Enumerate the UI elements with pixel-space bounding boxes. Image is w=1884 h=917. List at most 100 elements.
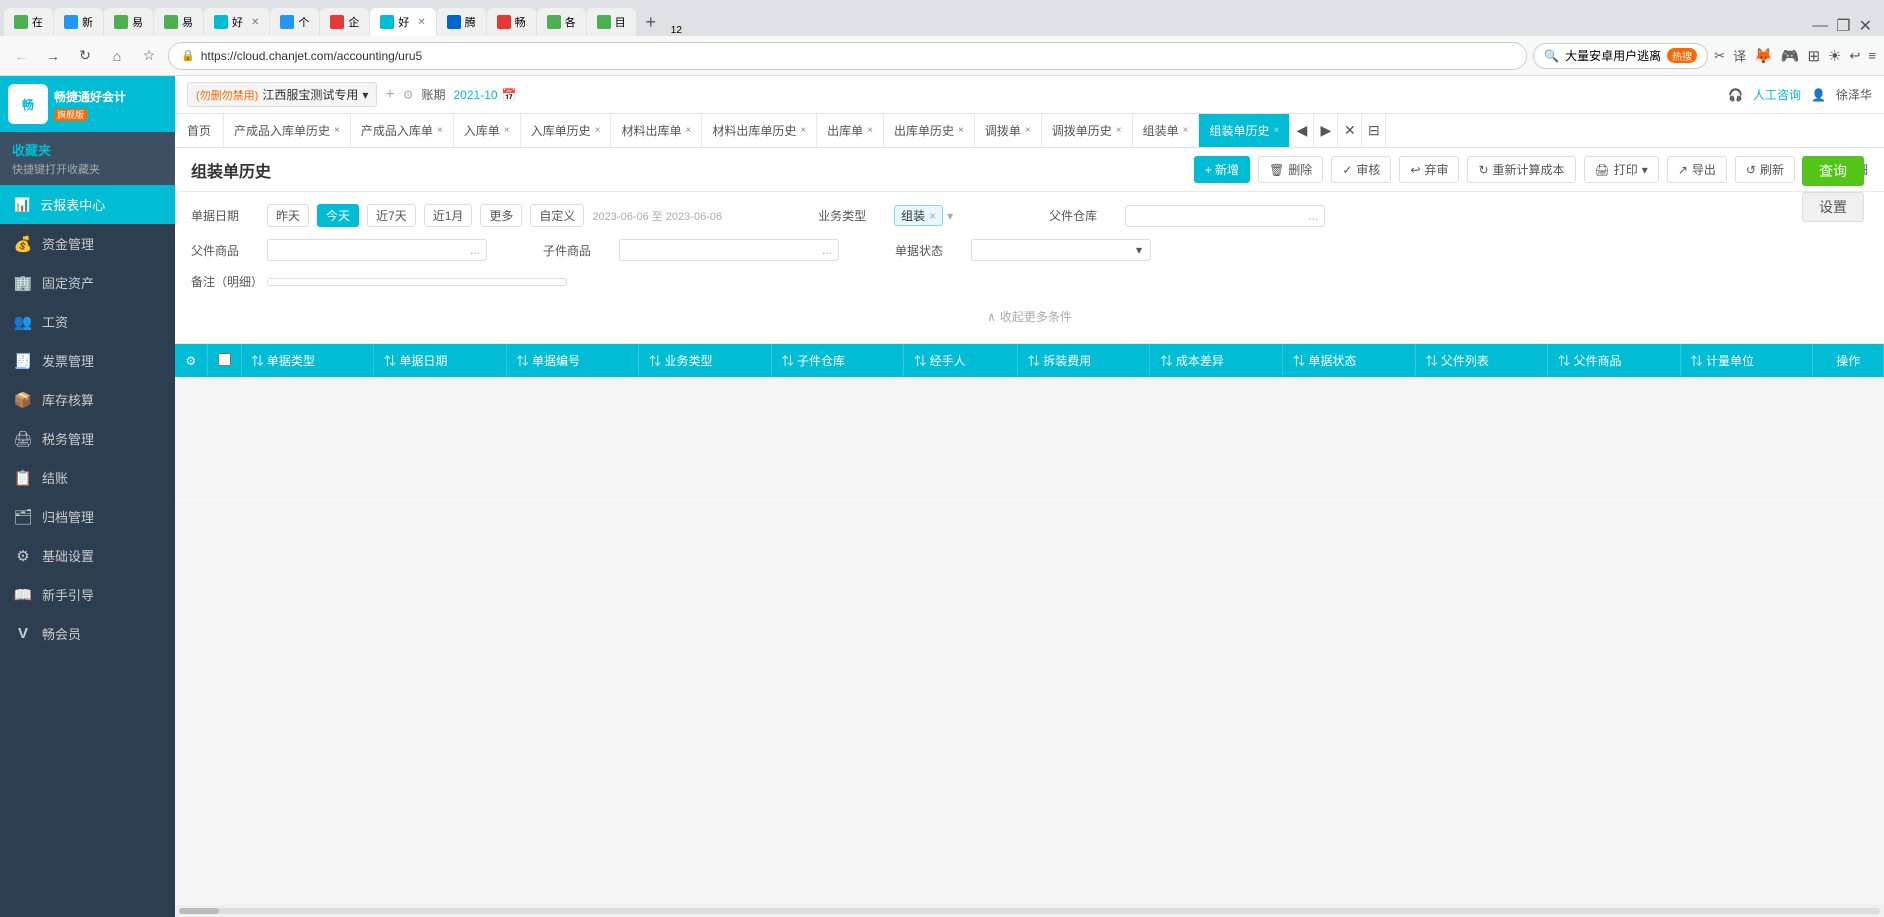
tab-close[interactable]: × [1183,125,1189,136]
period-value[interactable]: 2021-10 📅 [454,88,517,102]
date-btn-more[interactable]: 更多 [480,204,522,227]
nav-item-active[interactable]: 📊 云报表中心 [0,185,175,224]
company-settings-icon[interactable]: ⚙ [403,88,414,102]
biz-type-dropdown-icon[interactable]: ▾ [947,209,953,223]
parent-warehouse-input[interactable]: ... [1125,205,1325,227]
tab-assembly[interactable]: 组装单 × [1133,114,1200,148]
sidebar-item-invoices[interactable]: 🧾 发票管理 [0,341,175,380]
col-disassembly-fee[interactable]: ⇅ 拆装费用 [1017,344,1150,377]
menu-icon[interactable]: ≡ [1868,48,1876,63]
home-button[interactable]: ⌂ [104,43,130,69]
sidebar-item-settlement[interactable]: 📋 结账 [0,458,175,497]
tab-scroll-left[interactable]: ◀ [1290,114,1314,148]
tab-material-out[interactable]: 材料出库单 × [611,114,702,148]
date-btn-1month[interactable]: 近1月 [424,204,473,227]
col-parent-list[interactable]: ⇅ 父件列表 [1415,344,1548,377]
browser-tab-8[interactable]: 好 ✕ [370,8,435,36]
translate-icon[interactable]: 译 [1733,46,1746,65]
col-biz-type[interactable]: ⇅ 业务类型 [639,344,772,377]
tab-close[interactable]: × [595,125,601,136]
browser-tab-4[interactable]: 易 [154,8,203,36]
select-all-checkbox[interactable] [218,353,231,366]
tab-close-active[interactable]: × [1273,125,1279,136]
date-btn-yesterday[interactable]: 昨天 [267,204,309,227]
col-child-warehouse[interactable]: ⇅ 子件仓库 [771,344,904,377]
date-btn-today[interactable]: 今天 [317,204,359,227]
col-handler[interactable]: ⇅ 经手人 [904,344,1018,377]
parent-goods-more[interactable]: ... [470,243,480,257]
browser-tab-1[interactable]: 在 [4,8,53,36]
remarks-input[interactable] [267,278,567,286]
tab-production-history[interactable]: 产成品入库单历史 × [224,114,351,148]
tab-close[interactable]: × [958,125,964,136]
browser-tab-7[interactable]: 企 [320,8,369,36]
date-btn-7days[interactable]: 近7天 [367,204,416,227]
refresh-button[interactable]: ↺ 刷新 [1735,156,1795,183]
company-selector[interactable]: (勿删勿禁用) 江西服宝测试专用 ▾ [187,82,377,107]
tab-list-dropdown[interactable]: ⊟ [1362,114,1386,148]
add-company-button[interactable]: + [385,86,394,104]
tab-transfer-history[interactable]: 调拨单历史 × [1042,114,1133,148]
parent-warehouse-more[interactable]: ... [1308,209,1318,223]
service-label[interactable]: 人工咨询 [1753,86,1801,103]
tab-close-8[interactable]: ✕ [417,17,425,28]
add-button[interactable]: + 新增 [1194,156,1250,183]
sidebar-item-payroll[interactable]: 👥 工资 [0,302,175,341]
tab-home[interactable]: 首页 [175,114,224,148]
sidebar-item-vip[interactable]: V 畅会员 [0,614,175,653]
game-icon[interactable]: 🎮 [1781,47,1800,65]
tab-transfer[interactable]: 调拨单 × [975,114,1042,148]
col-number[interactable]: ⇅ 单据编号 [506,344,639,377]
tab-close[interactable]: × [1025,125,1031,136]
tab-close[interactable]: × [1116,125,1122,136]
maximize-button[interactable]: ❐ [1836,16,1850,36]
col-type[interactable]: ⇅ 单据类型 [241,344,374,377]
col-checkbox[interactable] [207,344,241,377]
favorites-shortcut[interactable]: 收藏夹 快捷键打开收藏夹 [0,132,175,185]
collapse-button[interactable]: ∧ 收起更多条件 [191,302,1868,331]
tab-close-all[interactable]: ✕ [1338,114,1362,148]
browser-tab-3[interactable]: 易 [104,8,153,36]
minimize-button[interactable]: — [1812,17,1828,35]
scissors-icon[interactable]: ✂ [1714,48,1725,64]
sidebar-item-funds[interactable]: 💰 资金管理 [0,224,175,263]
tab-close[interactable]: × [504,125,510,136]
tab-close-5[interactable]: ✕ [251,17,259,28]
tab-close[interactable]: × [867,125,873,136]
new-tab-button[interactable]: + [637,8,665,36]
tab-scroll-right[interactable]: ▶ [1314,114,1338,148]
col-cost-diff[interactable]: ⇅ 成本差异 [1150,344,1283,377]
sidebar-item-tax[interactable]: 🖨 税务管理 [0,419,175,458]
emoji-icon[interactable]: 🦊 [1754,47,1773,65]
approve-button[interactable]: ✓ 审核 [1331,156,1391,183]
url-bar[interactable]: 🔒 https://cloud.chanjet.com/accounting/u… [168,42,1527,70]
browser-tab-5[interactable]: 好 ✕ [204,8,269,36]
tab-close[interactable]: × [334,125,340,136]
tab-assembly-history[interactable]: 组装单历史 × [1199,114,1290,148]
col-status[interactable]: ⇅ 单据状态 [1283,344,1416,377]
child-goods-more[interactable]: ... [822,243,832,257]
col-parent-goods[interactable]: ⇅ 父件商品 [1548,344,1681,377]
print-button[interactable]: 🖨 打印 ▾ [1584,156,1659,183]
settings-btn[interactable]: 设置 [1802,192,1864,222]
reload-button[interactable]: ↻ [72,43,98,69]
browser-tab-11[interactable]: 各 [537,8,586,36]
tab-stock-in-history[interactable]: 入库单历史 × [521,114,612,148]
tab-stock-in[interactable]: 入库单 × [454,114,521,148]
biz-type-tag-close[interactable]: × [929,209,936,223]
tab-stock-out-history[interactable]: 出库单历史 × [884,114,975,148]
tab-material-out-history[interactable]: 材料出库单历史 × [702,114,817,148]
sidebar-item-fixed-assets[interactable]: 🏢 固定资产 [0,263,175,302]
tab-close[interactable]: × [437,125,443,136]
grid-icon[interactable]: ⊞ [1807,47,1820,65]
browser-tab-6[interactable]: 个 [270,8,319,36]
close-button[interactable]: ✕ [1859,16,1872,36]
undo-icon[interactable]: ↩ [1850,48,1861,64]
horizontal-scrollbar[interactable] [175,905,1884,917]
browser-tab-2[interactable]: 新 [54,8,103,36]
sidebar-item-inventory[interactable]: 📦 库存核算 [0,380,175,419]
export-button[interactable]: ↗ 导出 [1667,156,1727,183]
forward-button[interactable]: → [40,43,66,69]
sidebar-item-guide[interactable]: 📖 新手引导 [0,575,175,614]
delete-button[interactable]: 🗑 删除 [1258,156,1323,183]
